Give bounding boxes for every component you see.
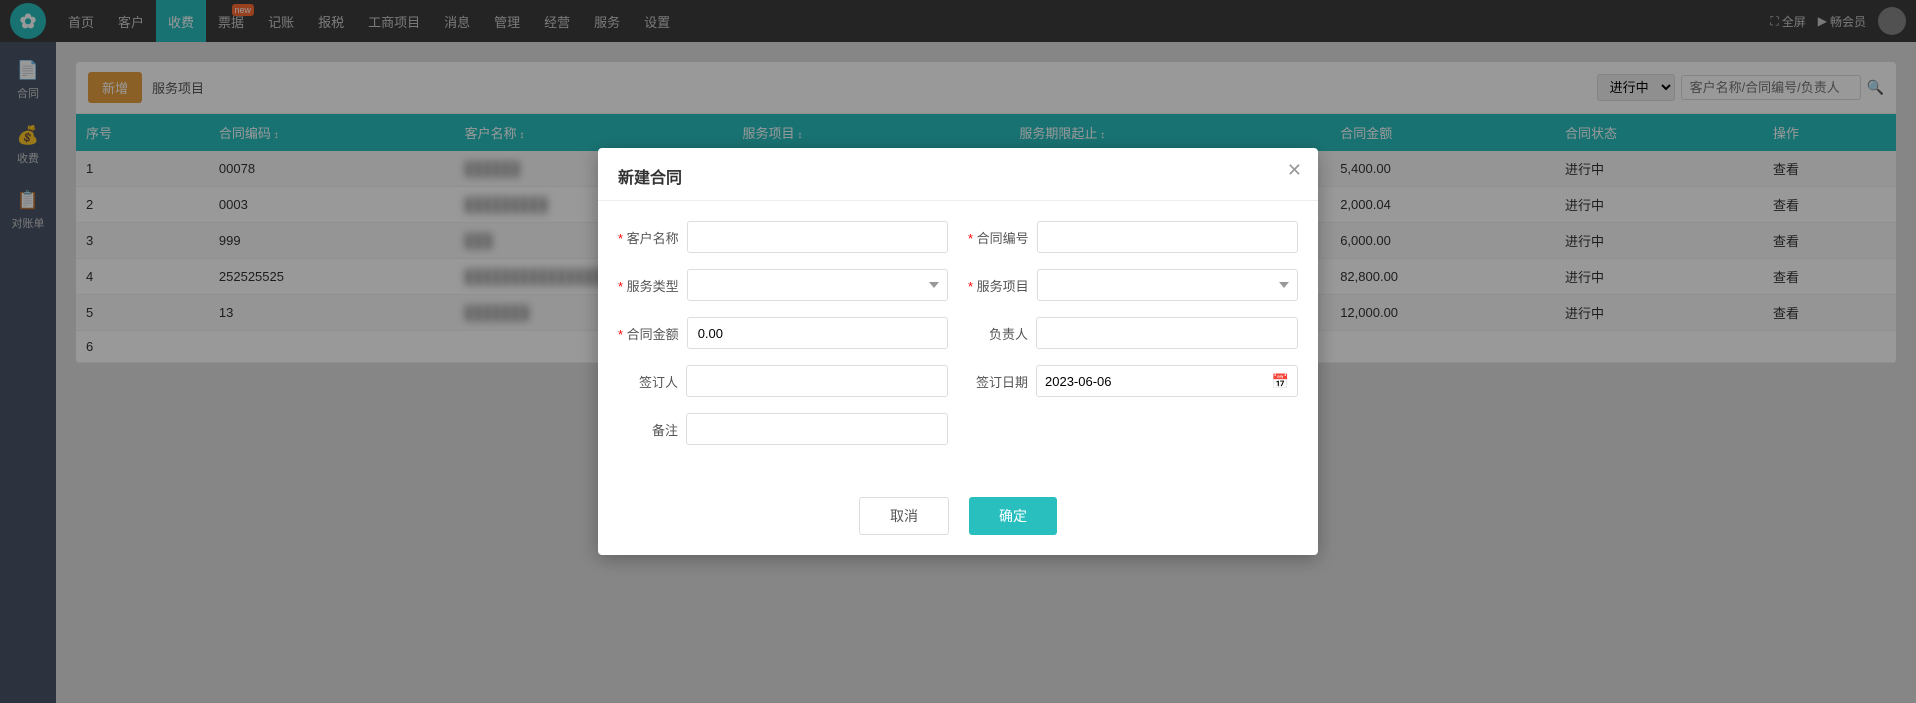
form-group-amount: 合同金额 — [618, 317, 948, 349]
modal-overlay: 新建合同 ✕ 客户名称 合同编号 服务类型 — [0, 0, 1916, 703]
form-group-sign-date: 签订日期 📅 — [968, 365, 1298, 397]
sign-date-input[interactable] — [1037, 374, 1264, 389]
form-group-signer: 签订人 — [618, 365, 948, 397]
form-group-customer: 客户名称 — [618, 221, 948, 253]
responsible-input[interactable] — [1036, 317, 1298, 349]
remark-input[interactable] — [686, 413, 948, 445]
form-group-service-item: 服务项目 — [968, 269, 1298, 301]
sign-date-wrapper: 📅 — [1036, 365, 1298, 397]
contract-amount-input[interactable] — [687, 317, 948, 349]
modal-footer: 取消 确定 — [598, 481, 1318, 555]
cancel-button[interactable]: 取消 — [859, 497, 949, 535]
confirm-button[interactable]: 确定 — [969, 497, 1057, 535]
signer-label: 签订人 — [618, 372, 678, 391]
form-row-5: 备注 — [618, 413, 1298, 445]
contract-no-input[interactable] — [1037, 221, 1298, 253]
service-item-label: 服务项目 — [968, 276, 1029, 295]
service-type-select[interactable] — [687, 269, 948, 301]
signer-input[interactable] — [686, 365, 948, 397]
contract-amount-label: 合同金额 — [618, 324, 679, 343]
form-row-4: 签订人 签订日期 📅 — [618, 365, 1298, 397]
form-group-contract-no: 合同编号 — [968, 221, 1298, 253]
modal-title: 新建合同 — [598, 148, 1318, 201]
sign-date-label: 签订日期 — [968, 372, 1028, 391]
customer-name-input[interactable] — [687, 221, 948, 253]
new-contract-modal: 新建合同 ✕ 客户名称 合同编号 服务类型 — [598, 148, 1318, 555]
form-row-1: 客户名称 合同编号 — [618, 221, 1298, 253]
service-type-label: 服务类型 — [618, 276, 679, 295]
form-group-responsible: 负责人 — [968, 317, 1298, 349]
form-row-3: 合同金额 负责人 — [618, 317, 1298, 349]
calendar-icon[interactable]: 📅 — [1264, 373, 1297, 390]
remark-label: 备注 — [618, 420, 678, 439]
customer-name-label: 客户名称 — [618, 228, 679, 247]
modal-close-button[interactable]: ✕ — [1287, 160, 1302, 181]
form-row-2: 服务类型 服务项目 — [618, 269, 1298, 301]
service-item-select[interactable] — [1037, 269, 1298, 301]
modal-body: 客户名称 合同编号 服务类型 服务项目 — [598, 201, 1318, 481]
form-group-remark: 备注 — [618, 413, 948, 445]
responsible-label: 负责人 — [968, 324, 1028, 343]
form-group-service-type: 服务类型 — [618, 269, 948, 301]
contract-no-label: 合同编号 — [968, 228, 1029, 247]
